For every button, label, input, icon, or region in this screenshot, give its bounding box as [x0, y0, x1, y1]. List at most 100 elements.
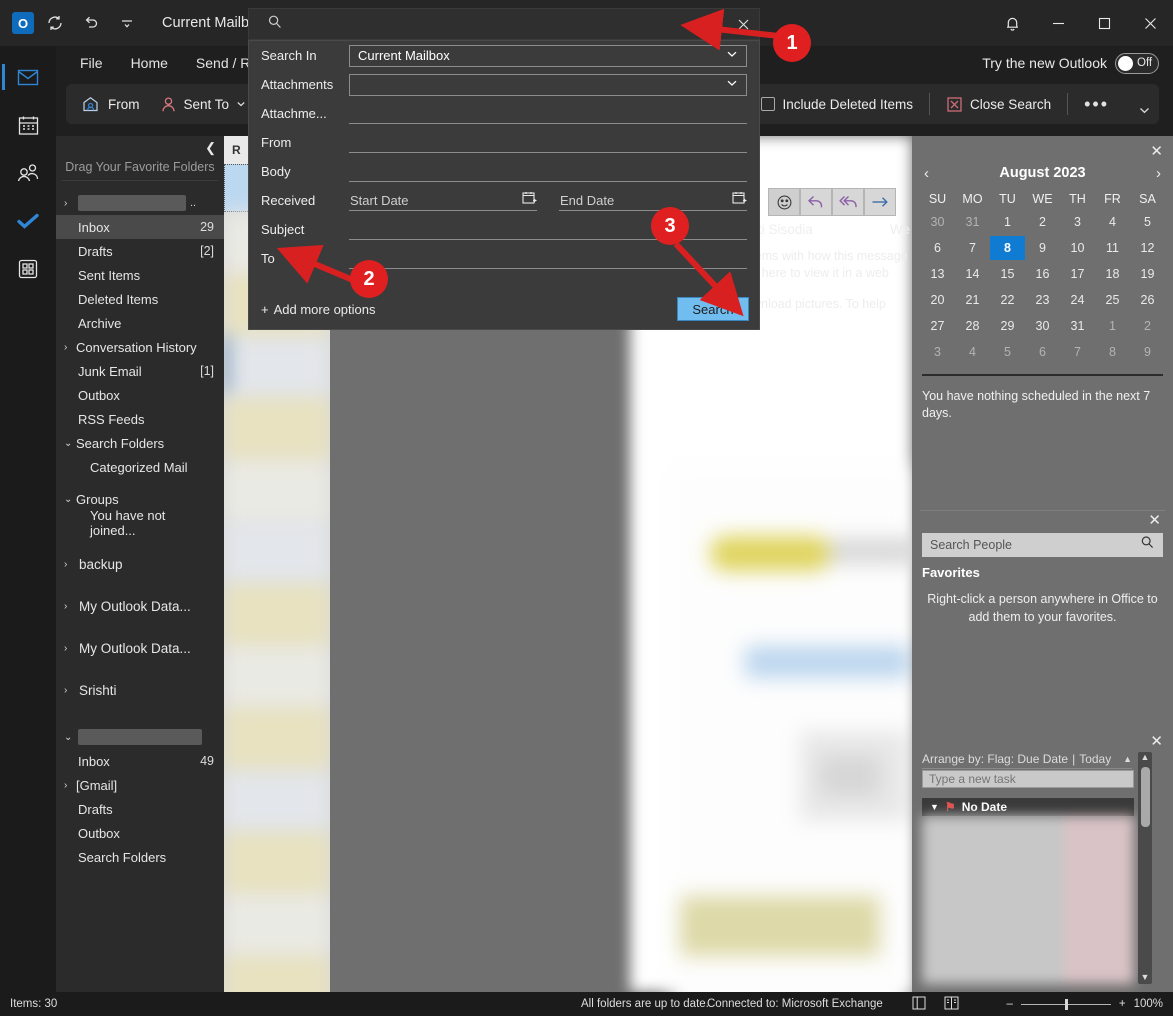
calendar-day[interactable]: 23 — [1025, 288, 1060, 312]
calendar-day[interactable]: 15 — [990, 262, 1025, 286]
calendar-day[interactable]: 14 — [955, 262, 990, 286]
account-row-2[interactable]: ⌄ — [56, 725, 224, 749]
calendar-day[interactable]: 25 — [1095, 288, 1130, 312]
calendar-day[interactable]: 8 — [1095, 340, 1130, 364]
try-new-outlook-toggle[interactable]: Off — [1115, 52, 1159, 74]
calendar-day[interactable]: 6 — [1025, 340, 1060, 364]
folder-item[interactable]: Junk Email [1] — [56, 359, 224, 383]
tab-file[interactable]: File — [66, 48, 117, 78]
add-more-options-button[interactable]: + Add more options — [261, 302, 376, 317]
search-close-icon[interactable] — [727, 9, 759, 39]
customize-quick-access-icon[interactable] — [112, 8, 142, 38]
calendar-day[interactable]: 11 — [1095, 236, 1130, 260]
search-field-input[interactable] — [349, 248, 747, 269]
chevron-right-icon[interactable]: › — [64, 685, 74, 696]
calendar-day[interactable]: 10 — [1060, 236, 1095, 260]
reply-all-icon[interactable] — [832, 188, 864, 216]
sync-icon[interactable] — [40, 8, 70, 38]
ribbon-sent-to-button[interactable]: Sent To — [150, 89, 257, 119]
collapse-folder-pane-icon[interactable]: ❮ — [205, 140, 216, 156]
scrollbar-thumb[interactable] — [1140, 767, 1150, 827]
rail-item-calendar[interactable] — [8, 108, 48, 142]
search-people-input[interactable] — [930, 538, 1140, 552]
folder-item[interactable]: Categorized Mail — [56, 455, 224, 479]
calendar-day[interactable]: 28 — [955, 314, 990, 338]
zoom-out-button[interactable]: – — [1006, 998, 1012, 1010]
calendar-day[interactable]: 1 — [1095, 314, 1130, 338]
ribbon-close-search-button[interactable]: Close Search — [936, 89, 1061, 119]
search-field-input[interactable] — [349, 103, 747, 124]
calendar-day[interactable]: 3 — [920, 340, 955, 364]
calendar-day[interactable]: 20 — [920, 288, 955, 312]
task-group-header[interactable]: ▼ ⚑ No Date — [922, 798, 1134, 816]
data-file-item[interactable]: › Srishti — [56, 677, 224, 703]
calendar-day[interactable]: 31 — [955, 210, 990, 234]
data-file-item[interactable]: › My Outlook Data... — [56, 635, 224, 661]
chevron-down-icon[interactable] — [726, 77, 738, 92]
normal-view-icon[interactable] — [912, 996, 926, 1013]
calendar-day[interactable]: 30 — [920, 210, 955, 234]
calendar-picker-icon[interactable] — [522, 191, 537, 209]
calendar-day[interactable]: 26 — [1130, 288, 1165, 312]
calendar-day[interactable]: 21 — [955, 288, 990, 312]
list-item[interactable] — [224, 522, 330, 584]
scroll-down-arrow-icon[interactable]: ▼ — [1141, 972, 1150, 984]
calendar-day[interactable]: 2 — [1130, 314, 1165, 338]
search-start-date-field[interactable]: Start Date — [349, 190, 537, 211]
chevron-down-icon[interactable]: ▼ — [930, 802, 939, 812]
notifications-bell-icon[interactable] — [989, 0, 1035, 46]
calendar-day[interactable]: 1 — [990, 210, 1025, 234]
calendar-day[interactable]: 3 — [1060, 210, 1095, 234]
calendar-day[interactable]: 4 — [955, 340, 990, 364]
chevron-right-icon[interactable]: › — [64, 643, 74, 654]
calendar-day[interactable]: 9 — [1130, 340, 1165, 364]
rail-item-more-apps[interactable] — [8, 252, 48, 286]
task-list-blurred[interactable] — [922, 816, 1134, 984]
emoji-reaction-icon[interactable] — [768, 188, 800, 216]
calendar-prev-month-button[interactable]: ‹ — [924, 165, 929, 182]
calendar-day[interactable]: 27 — [920, 314, 955, 338]
calendar-day[interactable]: 2 — [1025, 210, 1060, 234]
calendar-day[interactable]: 17 — [1060, 262, 1095, 286]
calendar-day[interactable]: 22 — [990, 288, 1025, 312]
zoom-slider-thumb[interactable] — [1064, 998, 1068, 1010]
chevron-right-icon[interactable]: › — [64, 601, 74, 612]
folder-item[interactable]: Outbox — [56, 821, 224, 845]
folder-item[interactable]: › [Gmail] — [56, 773, 224, 797]
close-button[interactable] — [1127, 0, 1173, 46]
forward-icon[interactable] — [864, 188, 896, 216]
search-input[interactable] — [293, 16, 695, 32]
search-field-input[interactable] — [349, 161, 747, 182]
calendar-day[interactable]: 24 — [1060, 288, 1095, 312]
list-item[interactable] — [224, 832, 330, 894]
folder-item[interactable]: Drafts — [56, 797, 224, 821]
calendar-day[interactable]: 12 — [1130, 236, 1165, 260]
new-task-input[interactable] — [929, 772, 1127, 786]
calendar-next-month-button[interactable]: › — [1156, 165, 1161, 182]
task-arrange-by[interactable]: Arrange by: Flag: Due Date | Today ▲ — [922, 752, 1132, 769]
calendar-day[interactable]: 19 — [1130, 262, 1165, 286]
calendar-day[interactable]: 7 — [955, 236, 990, 260]
reply-icon[interactable] — [800, 188, 832, 216]
close-task-pane-icon[interactable]: ✕ — [1150, 732, 1163, 750]
reading-view-icon[interactable] — [944, 996, 959, 1013]
zoom-slider[interactable] — [1020, 998, 1111, 1010]
close-people-pane-icon[interactable]: ✕ — [912, 511, 1173, 533]
folder-groups-empty[interactable]: You have not joined... — [56, 508, 224, 538]
calendar-day[interactable]: 4 — [1095, 210, 1130, 234]
search-end-date-field[interactable]: End Date — [559, 190, 747, 211]
maximize-button[interactable] — [1081, 0, 1127, 46]
ribbon-from-button[interactable]: From — [72, 89, 150, 119]
calendar-day[interactable]: 18 — [1095, 262, 1130, 286]
folder-item[interactable]: ⌄ Search Folders — [56, 431, 224, 455]
tab-home[interactable]: Home — [117, 48, 182, 78]
list-item[interactable] — [224, 894, 330, 956]
search-field-combobox[interactable]: Current Mailbox — [349, 44, 747, 67]
search-field-combobox[interactable] — [349, 73, 747, 96]
calendar-day[interactable]: 9 — [1025, 236, 1060, 260]
calendar-day[interactable]: 31 — [1060, 314, 1095, 338]
list-item[interactable] — [224, 460, 330, 522]
list-item[interactable] — [224, 584, 330, 646]
rail-item-tasks[interactable] — [8, 204, 48, 238]
list-item[interactable] — [224, 708, 330, 770]
